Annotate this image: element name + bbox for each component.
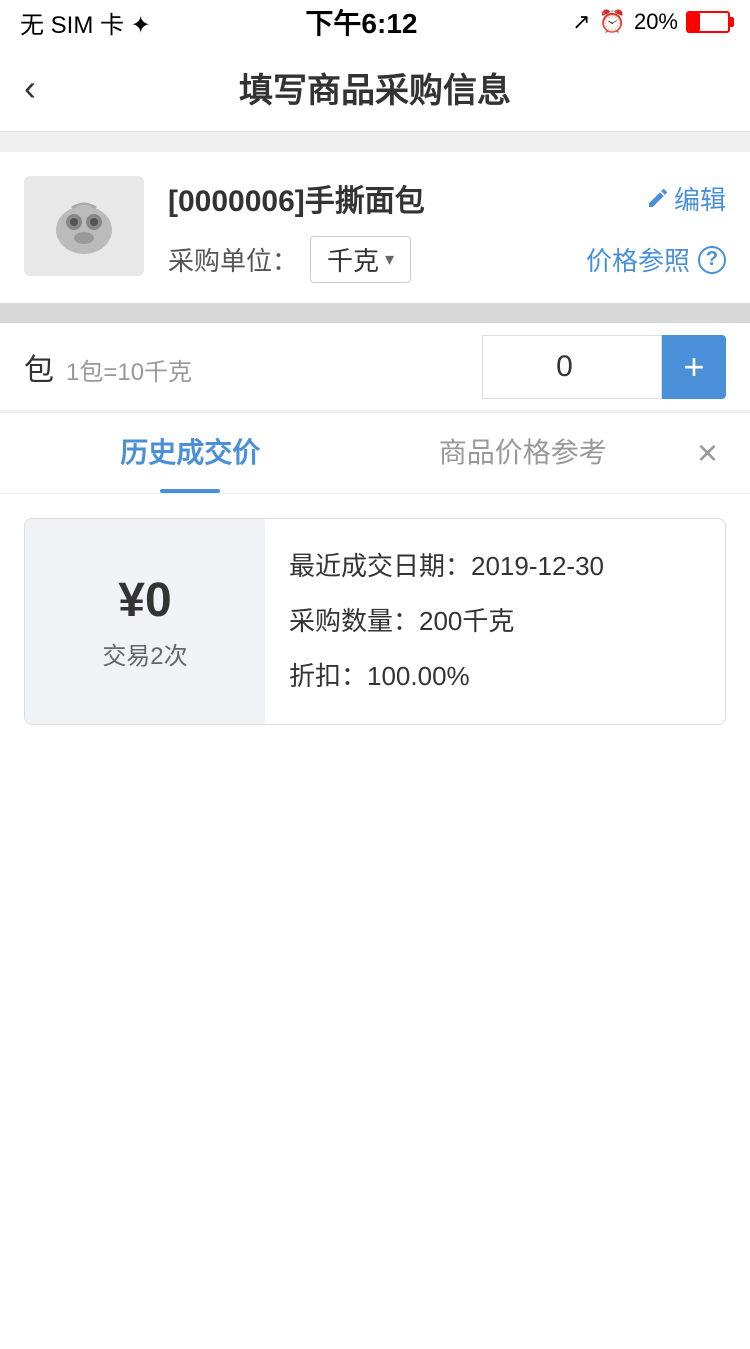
price-ref-label: 价格参照 <box>586 241 690 278</box>
product-info: [0000006]手撕面包 编辑 采购单位： 千克 ▾ 价格参照 ? <box>168 176 726 283</box>
status-time: 下午6:12 <box>305 2 417 42</box>
tab-price-ref-label: 商品价格参考 <box>439 437 607 468</box>
last-trade-date-label: 最近成交日期： <box>289 551 471 581</box>
product-logo-icon <box>44 186 124 266</box>
discount-value: 100.00% <box>367 661 470 691</box>
status-bar: 无 SIM 卡 ✦ 下午6:12 ↗ ⏰ 20% <box>0 0 750 44</box>
tab-history-price[interactable]: 历史成交价 <box>24 413 356 493</box>
chevron-down-icon: ▾ <box>385 249 394 270</box>
product-name: [0000006]手撕面包 <box>168 176 425 220</box>
discount-label: 折扣： <box>289 661 367 691</box>
edit-label: 编辑 <box>674 180 726 217</box>
purchase-unit-left: 采购单位： 千克 ▾ <box>168 236 411 283</box>
history-details-panel: 最近成交日期：2019-12-30 采购数量：200千克 折扣：100.00% <box>265 519 725 724</box>
main-content-area <box>0 749 750 1349</box>
unit-value: 千克 <box>327 241 379 278</box>
unit-select[interactable]: 千克 ▾ <box>310 236 411 283</box>
quantity-unit-label: 包 <box>24 345 54 389</box>
purchase-qty-value: 200千克 <box>419 606 514 636</box>
last-trade-date-value: 2019-12-30 <box>471 551 604 581</box>
purchase-quantity: 采购数量：200千克 <box>289 602 701 641</box>
battery-percent: 20% <box>634 9 678 35</box>
discount: 折扣：100.00% <box>289 657 701 696</box>
info-icon: ? <box>698 246 726 274</box>
last-trade-date: 最近成交日期：2019-12-30 <box>289 547 701 586</box>
tabs-section: 历史成交价 商品价格参考 × ¥0 交易2次 最近成交日期：2019-12-30… <box>0 413 750 749</box>
battery-icon <box>686 11 730 33</box>
history-card: ¥0 交易2次 最近成交日期：2019-12-30 采购数量：200千克 折扣：… <box>24 518 726 725</box>
quantity-plus-button[interactable]: + <box>662 335 726 399</box>
page-title: 填写商品采购信息 <box>239 63 511 112</box>
quantity-input-group: + <box>482 335 726 399</box>
quantity-input[interactable] <box>482 335 662 399</box>
alarm-icon: ⏰ <box>599 9 626 35</box>
nav-bar: ‹ 填写商品采购信息 <box>0 44 750 132</box>
quantity-row: 包 1包=10千克 + <box>0 323 750 411</box>
tabs-header: 历史成交价 商品价格参考 × <box>0 413 750 494</box>
edit-icon <box>646 186 670 210</box>
history-trade-count: 交易2次 <box>102 636 187 671</box>
product-thumbnail <box>24 176 144 276</box>
price-reference-button[interactable]: 价格参照 ? <box>586 241 726 278</box>
back-button[interactable]: ‹ <box>24 67 36 109</box>
quantity-conversion-label: 1包=10千克 <box>66 352 192 387</box>
purchase-unit-row: 采购单位： 千克 ▾ 价格参照 ? <box>168 236 726 283</box>
edit-button[interactable]: 编辑 <box>646 180 726 217</box>
location-icon: ↗ <box>572 9 590 35</box>
tabs-close-button[interactable]: × <box>689 413 726 493</box>
section-divider <box>0 303 750 323</box>
product-header: [0000006]手撕面包 编辑 <box>168 176 726 220</box>
sim-label: 无 SIM 卡 ✦ <box>20 5 151 40</box>
status-right: ↗ ⏰ 20% <box>572 9 730 35</box>
purchase-qty-label: 采购数量： <box>289 606 419 636</box>
history-content: ¥0 交易2次 最近成交日期：2019-12-30 采购数量：200千克 折扣：… <box>0 494 750 749</box>
tab-history-label: 历史成交价 <box>120 437 260 468</box>
product-card: [0000006]手撕面包 编辑 采购单位： 千克 ▾ 价格参照 ? <box>0 152 750 303</box>
history-price-panel: ¥0 交易2次 <box>25 519 265 724</box>
quantity-label-group: 包 1包=10千克 <box>24 345 192 389</box>
tab-price-reference[interactable]: 商品价格参考 <box>356 413 688 493</box>
unit-label: 采购单位： <box>168 241 298 278</box>
status-left: 无 SIM 卡 ✦ <box>20 5 151 40</box>
history-price-value: ¥0 <box>118 573 171 628</box>
